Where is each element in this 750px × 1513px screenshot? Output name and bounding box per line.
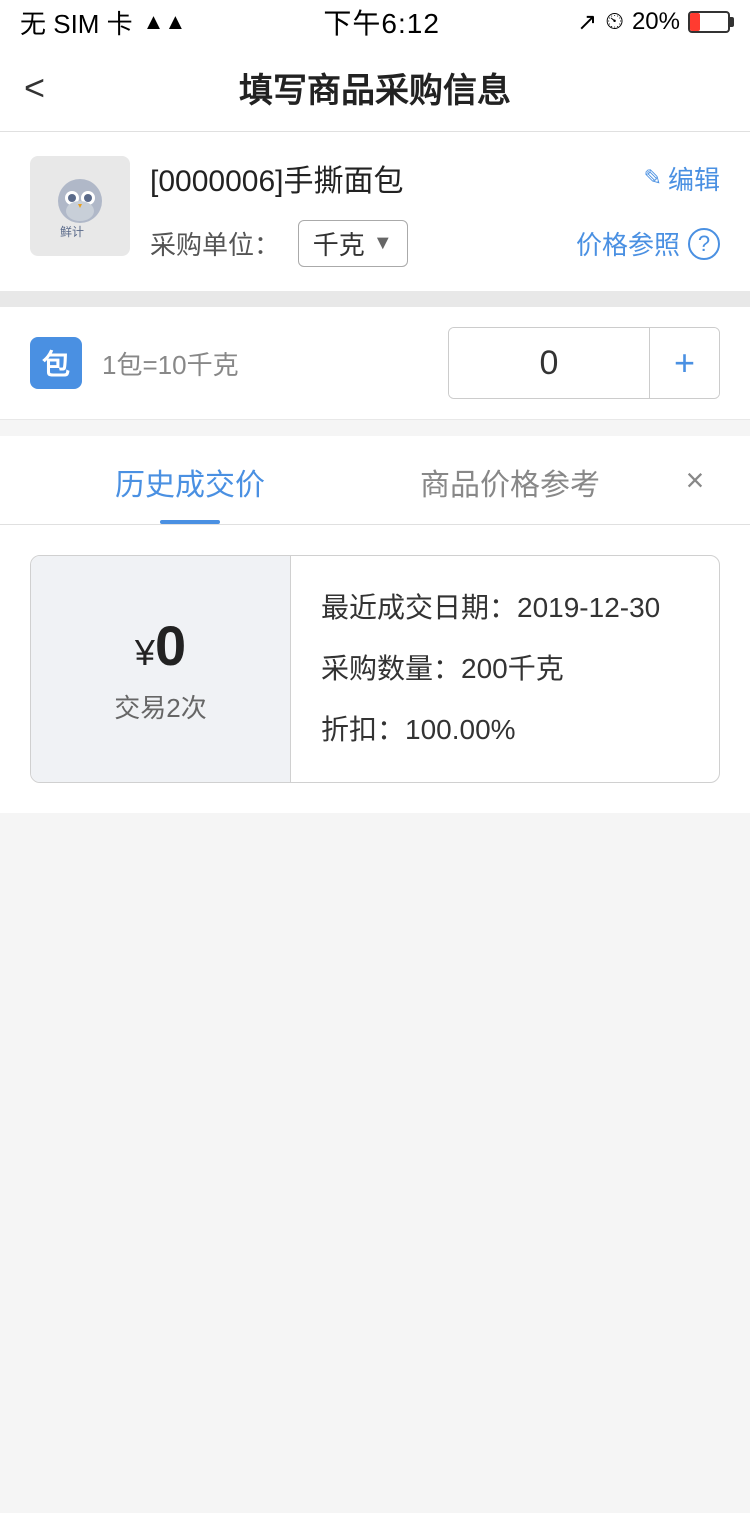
price-card-right: 最近成交日期：2019-12-30 采购数量：200千克 折扣：100.00%: [291, 556, 719, 782]
svg-text:鲜计: 鲜计: [60, 225, 84, 239]
quantity-row: 包 1包=10千克 +: [0, 307, 750, 420]
quantity-input-group: +: [448, 327, 720, 399]
carrier-text: 无 SIM 卡: [20, 4, 133, 41]
price-currency-symbol: ¥: [135, 632, 155, 673]
tab-content: ¥0 交易2次 最近成交日期：2019-12-30 采购数量：200千克 折扣：…: [0, 525, 750, 813]
page-title: 填写商品采购信息: [239, 63, 511, 112]
recent-date-row: 最近成交日期：2019-12-30: [321, 586, 689, 631]
product-name-row: [0000006]手撕面包 ✎ 编辑: [150, 156, 720, 200]
battery-percent: 20%: [632, 8, 680, 36]
back-button[interactable]: <: [24, 67, 45, 109]
dropdown-arrow-icon: ▼: [373, 232, 393, 255]
price-card-left: ¥0 交易2次: [31, 556, 291, 782]
page-body: [0, 813, 750, 1513]
price-card: ¥0 交易2次 最近成交日期：2019-12-30 采购数量：200千克 折扣：…: [30, 555, 720, 783]
help-icon: ?: [688, 228, 720, 260]
status-carrier: 无 SIM 卡 ▲▲: [20, 4, 186, 41]
product-image: 鲜计: [30, 156, 130, 256]
status-bar: 无 SIM 卡 ▲▲ 下午6:12 ↗ ⏲ 20%: [0, 0, 750, 44]
product-header: 鲜计 [0000006]手撕面包 ✎ 编辑 采购单位： 千克 ▼: [30, 156, 720, 267]
quantity-input[interactable]: [449, 328, 649, 398]
quantity-plus-button[interactable]: +: [649, 328, 719, 398]
unit-selector-group: 采购单位： 千克 ▼: [150, 220, 408, 267]
tab-bar: 历史成交价 商品价格参考 ×: [0, 436, 750, 525]
battery-icon: [688, 11, 730, 33]
discount-row: 折扣：100.00%: [321, 708, 689, 753]
product-name: [0000006]手撕面包: [150, 156, 403, 200]
price-amount: ¥0: [135, 613, 186, 678]
unit-label: 采购单位：: [150, 230, 280, 260]
status-time: 下午6:12: [323, 2, 440, 42]
nav-bar: < 填写商品采购信息: [0, 44, 750, 132]
wifi-icon: ▲▲: [143, 9, 187, 35]
price-trade-count: 交易2次: [114, 688, 206, 725]
quantity-row-detail: 采购数量：200千克: [321, 647, 689, 692]
unit-select[interactable]: 千克 ▼: [298, 220, 408, 267]
unit-badge: 包: [30, 337, 82, 389]
alarm-icon: ⏲: [605, 8, 624, 36]
tab-history-price[interactable]: 历史成交价: [30, 436, 350, 524]
product-unit-row: 采购单位： 千克 ▼ 价格参照 ?: [150, 220, 720, 267]
unit-conversion: 1包=10千克: [102, 345, 239, 382]
edit-button[interactable]: ✎ 编辑: [644, 160, 720, 197]
tab-product-price-ref[interactable]: 商品价格参考: [350, 436, 670, 524]
quantity-unit-info: 包 1包=10千克: [30, 337, 239, 389]
location-icon: ↗: [577, 8, 597, 37]
product-logo: 鲜计: [45, 171, 115, 241]
battery-fill: [690, 13, 700, 31]
status-right: ↗ ⏲ 20%: [577, 8, 730, 37]
product-info: [0000006]手撕面包 ✎ 编辑 采购单位： 千克 ▼ 价格参照 ?: [150, 156, 720, 267]
product-section: 鲜计 [0000006]手撕面包 ✎ 编辑 采购单位： 千克 ▼: [0, 132, 750, 291]
edit-icon: ✎: [644, 165, 662, 191]
tab-close-button[interactable]: ×: [670, 455, 720, 505]
price-reference-button[interactable]: 价格参照 ?: [576, 225, 720, 262]
section-divider: [0, 291, 750, 307]
tab-section: 历史成交价 商品价格参考 × ¥0 交易2次 最近成交日期：2019-12-30…: [0, 436, 750, 813]
